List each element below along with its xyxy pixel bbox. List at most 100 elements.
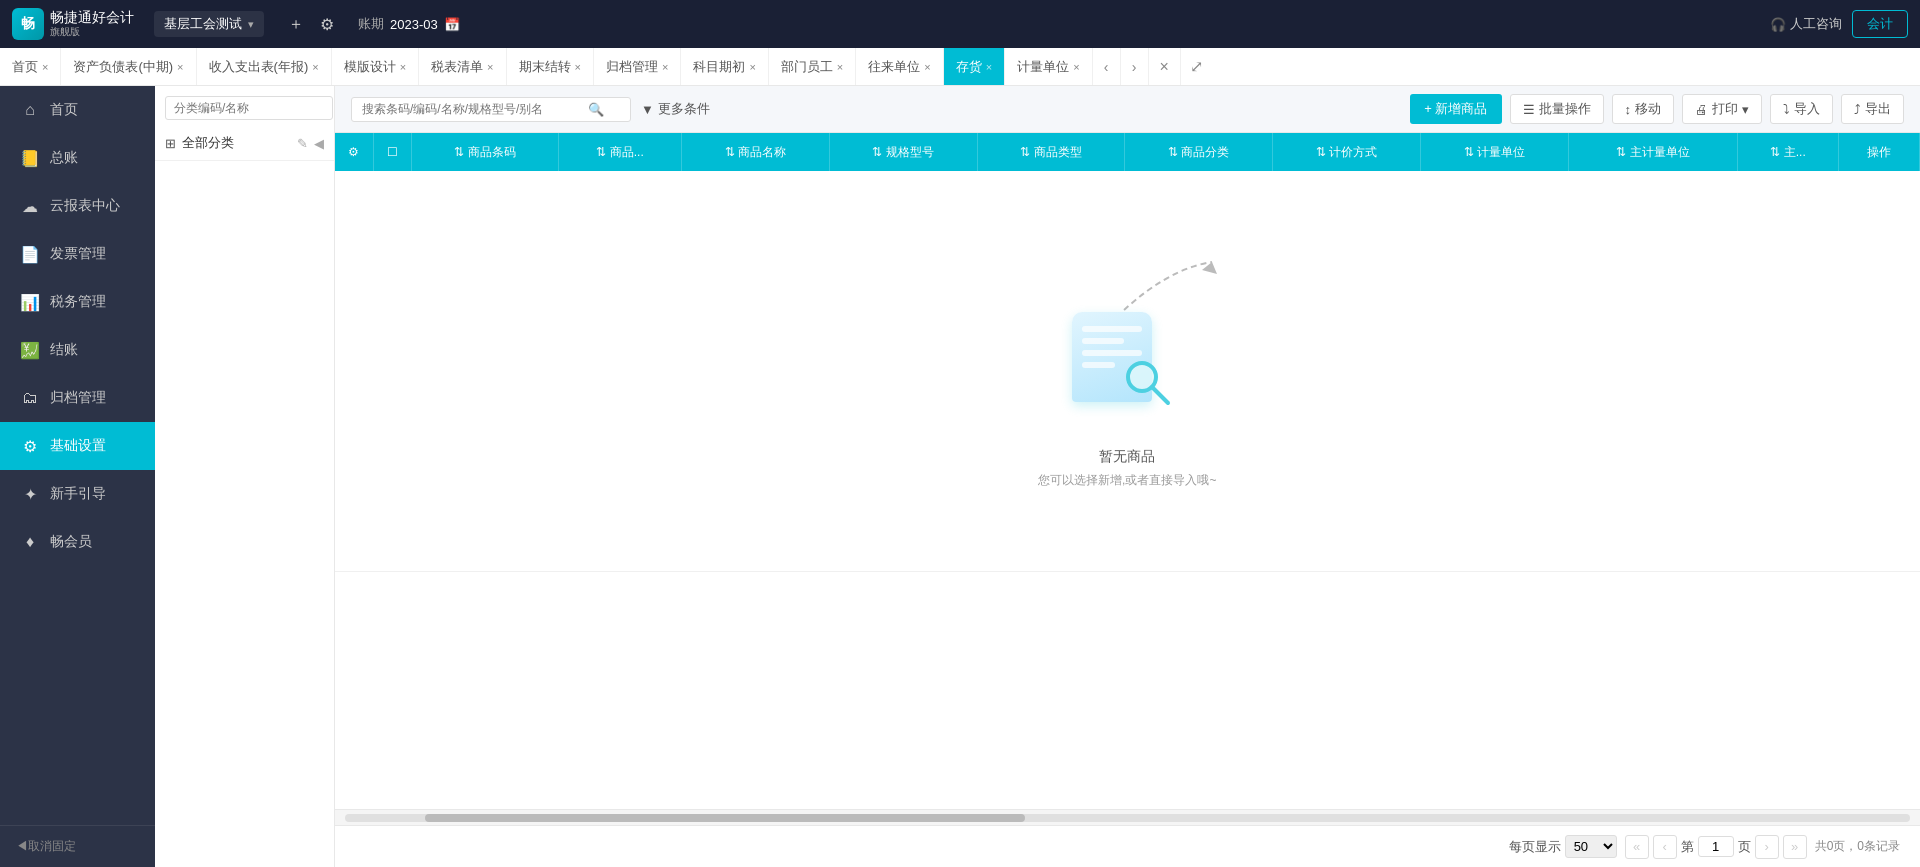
close-icon[interactable]: × <box>749 61 755 73</box>
sidebar-item-checkout[interactable]: 💹 结账 <box>0 326 155 374</box>
tab-存货[interactable]: 存货 × <box>944 48 1005 86</box>
tab-expand-button[interactable]: ⤢ <box>1181 48 1213 86</box>
product-search-input[interactable] <box>362 102 582 116</box>
page-last-button[interactable]: » <box>1783 835 1807 859</box>
import-button[interactable]: ⤵ 导入 <box>1770 94 1833 124</box>
tab-首页[interactable]: 首页 × <box>0 48 61 86</box>
close-icon[interactable]: × <box>400 61 406 73</box>
category-all-item[interactable]: ⊞ 全部分类 ✎ ◀ <box>155 126 334 161</box>
page-end-label: 页 <box>1738 838 1751 856</box>
search-icon[interactable]: 🔍 <box>588 102 604 117</box>
empty-state-cell: 暂无商品 您可以选择新增,或者直接导入哦~ <box>335 171 1920 571</box>
th-extra[interactable]: ⇅ 主... <box>1738 133 1839 171</box>
add-button[interactable]: ＋ <box>284 10 308 39</box>
sidebar-item-member[interactable]: ♦ 畅会员 <box>0 518 155 566</box>
more-filter-button[interactable]: ▼ 更多条件 <box>641 100 710 118</box>
th-category[interactable]: ⇅ 商品分类 <box>1125 133 1273 171</box>
page-next-button[interactable]: › <box>1755 835 1779 859</box>
chevron-down-icon: ▾ <box>248 18 254 31</box>
company-name: 基层工会测试 <box>164 15 242 33</box>
batch-operation-button[interactable]: ☰ 批量操作 <box>1510 94 1604 124</box>
tab-next-button[interactable]: › <box>1121 48 1149 86</box>
close-icon[interactable]: × <box>42 61 48 73</box>
add-product-button[interactable]: + 新增商品 <box>1410 94 1501 124</box>
batch-label: 批量操作 <box>1539 100 1591 118</box>
close-icon[interactable]: × <box>924 61 930 73</box>
empty-illustration <box>1027 252 1227 432</box>
company-selector[interactable]: 基层工会测试 ▾ <box>154 11 264 37</box>
member-icon: ♦ <box>20 533 40 551</box>
tab-税表清单[interactable]: 税表清单 × <box>419 48 506 86</box>
close-icon[interactable]: × <box>487 61 493 73</box>
sidebar-item-label: 归档管理 <box>50 389 106 407</box>
tab-计量单位[interactable]: 计量单位 × <box>1005 48 1092 86</box>
th-name[interactable]: ⇅ 商品名称 <box>681 133 829 171</box>
move-button[interactable]: ↕ 移动 <box>1612 94 1675 124</box>
period-area: 账期 2023-03 📅 <box>358 15 460 33</box>
edit-category-icon[interactable]: ✎ <box>297 136 308 151</box>
th-type[interactable]: ⇅ 商品类型 <box>977 133 1125 171</box>
scrollbar-thumb[interactable] <box>425 814 1025 822</box>
category-panel: 🔍 ⊞ 全部分类 ✎ ◀ <box>155 86 335 867</box>
collapse-category-icon[interactable]: ◀ <box>314 136 324 151</box>
sidebar-collapse-btn[interactable]: ◀取消固定 <box>0 825 155 867</box>
close-icon[interactable]: × <box>837 61 843 73</box>
tab-资产负债表[interactable]: 资产负债表(中期) × <box>61 48 196 86</box>
page-navigation: « ‹ 第 页 › » <box>1625 835 1807 859</box>
tab-收入支出表[interactable]: 收入支出表(年报) × <box>197 48 332 86</box>
export-icon: ⤴ <box>1854 102 1861 117</box>
print-button[interactable]: 🖨 打印 ▾ <box>1682 94 1762 124</box>
close-icon[interactable]: × <box>575 61 581 73</box>
tab-科目期初[interactable]: 科目期初 × <box>681 48 768 86</box>
tab-往来单位[interactable]: 往来单位 × <box>856 48 943 86</box>
close-icon[interactable]: × <box>1073 61 1079 73</box>
tab-期末结转[interactable]: 期末结转 × <box>507 48 594 86</box>
th-price-method[interactable]: ⇅ 计价方式 <box>1273 133 1421 171</box>
content-area: 🔍 ⊞ 全部分类 ✎ ◀ 🔍 <box>155 86 1920 867</box>
close-icon[interactable]: × <box>312 61 318 73</box>
settings-icon[interactable]: ⚙ <box>316 11 338 38</box>
horizontal-scrollbar[interactable] <box>335 809 1920 825</box>
page-size-select[interactable]: 50 100 200 <box>1565 835 1617 858</box>
empty-state: 暂无商品 您可以选择新增,或者直接导入哦~ <box>345 192 1910 549</box>
home-icon: ⌂ <box>20 101 40 119</box>
tab-close-all-button[interactable]: × <box>1149 48 1181 86</box>
th-main-unit[interactable]: ⇅ 主计量单位 <box>1568 133 1737 171</box>
customer-service-btn[interactable]: 🎧 人工咨询 <box>1770 15 1842 33</box>
category-search-input[interactable] <box>165 96 333 120</box>
th-barcode[interactable]: ⇅ 商品条码 <box>411 133 559 171</box>
sort-icon: ⇅ <box>1616 145 1626 159</box>
th-spec[interactable]: ⇅ 规格型号 <box>829 133 977 171</box>
tab-prev-button[interactable]: ‹ <box>1093 48 1121 86</box>
close-icon[interactable]: × <box>986 61 992 73</box>
empty-title: 暂无商品 <box>1099 448 1155 466</box>
th-settings[interactable]: ⚙ <box>335 133 373 171</box>
sidebar-item-home[interactable]: ⌂ 首页 <box>0 86 155 134</box>
th-checkbox[interactable]: ☐ <box>373 133 411 171</box>
sidebar-item-reports[interactable]: ☁ 云报表中心 <box>0 182 155 230</box>
page-first-button[interactable]: « <box>1625 835 1649 859</box>
close-icon[interactable]: × <box>177 61 183 73</box>
category-search-area: 🔍 <box>155 86 334 126</box>
account-button[interactable]: 会计 <box>1852 10 1908 38</box>
calendar-icon[interactable]: 📅 <box>444 17 460 32</box>
sidebar-item-archive[interactable]: 🗂 归档管理 <box>0 374 155 422</box>
tab-模版设计[interactable]: 模版设计 × <box>332 48 419 86</box>
page-number-input[interactable] <box>1698 836 1734 857</box>
import-icon: ⤵ <box>1783 102 1790 117</box>
sidebar-item-settings[interactable]: ⚙ 基础设置 <box>0 422 155 470</box>
sidebar-item-ledger[interactable]: 📒 总账 <box>0 134 155 182</box>
close-icon[interactable]: × <box>662 61 668 73</box>
sidebar-item-guide[interactable]: ✦ 新手引导 <box>0 470 155 518</box>
tab-归档管理[interactable]: 归档管理 × <box>594 48 681 86</box>
sidebar-item-tax[interactable]: 📊 税务管理 <box>0 278 155 326</box>
page-prev-button[interactable]: ‹ <box>1653 835 1677 859</box>
sidebar-item-invoice[interactable]: 📄 发票管理 <box>0 230 155 278</box>
th-code[interactable]: ⇅ 商品... <box>559 133 682 171</box>
export-button[interactable]: ⤴ 导出 <box>1841 94 1904 124</box>
grid-icon: ⊞ <box>165 136 176 151</box>
th-unit[interactable]: ⇅ 计量单位 <box>1420 133 1568 171</box>
tab-部门员工[interactable]: 部门员工 × <box>769 48 856 86</box>
print-label: 打印 <box>1712 100 1738 118</box>
add-product-label: + 新增商品 <box>1424 100 1487 118</box>
